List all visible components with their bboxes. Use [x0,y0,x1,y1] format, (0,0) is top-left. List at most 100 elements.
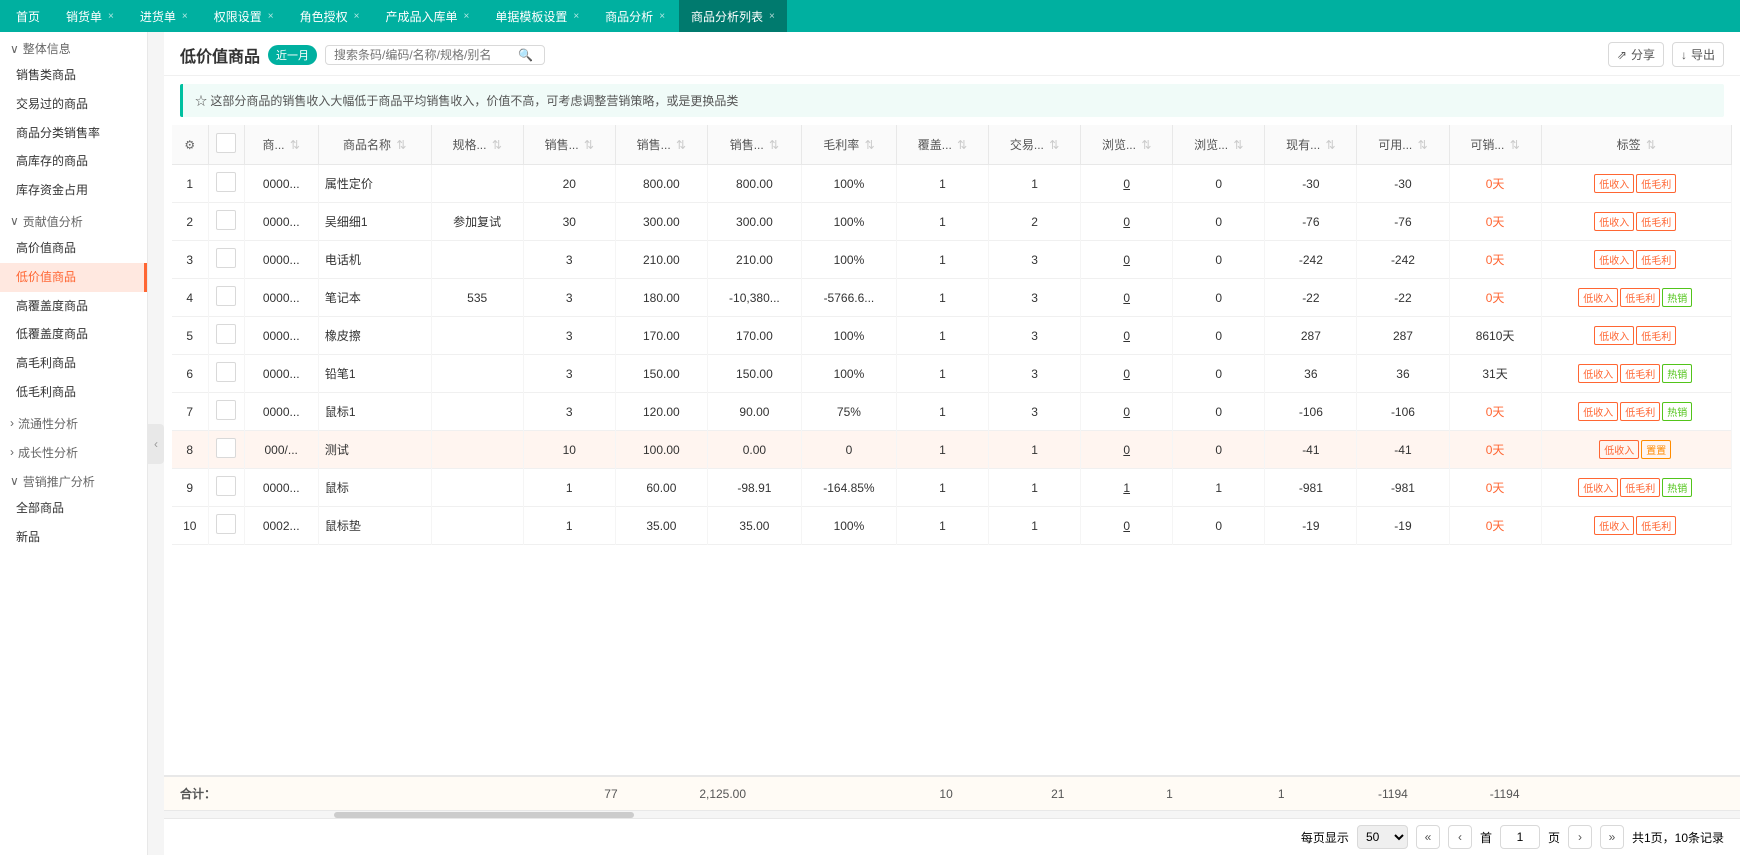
col-s2-header[interactable]: 销售... ⇅ [615,125,707,165]
sidebar-section-circulation[interactable]: › 流通性分析 [0,407,147,436]
select-all-checkbox[interactable] [216,133,236,153]
row-browse1[interactable]: 0 [1081,355,1173,393]
scrollbar-thumb[interactable] [334,812,634,818]
horizontal-scrollbar[interactable] [164,810,1740,818]
export-button[interactable]: ↓ 导出 [1672,42,1724,67]
col-spec-header[interactable]: 规格... ⇅ [431,125,523,165]
nav-tab-product-analysis[interactable]: 商品分析 × [593,0,677,32]
close-icon[interactable]: × [769,11,775,22]
col-trade-header[interactable]: 交易... ⇅ [989,125,1081,165]
close-icon[interactable]: × [108,11,114,22]
sidebar-collapse-button[interactable]: ‹ [148,424,164,464]
row-checkbox[interactable] [216,514,236,534]
col-settings[interactable]: ⚙ [172,125,208,165]
sidebar-item-low-margin[interactable]: 低毛利商品 [0,378,147,407]
sidebar-item-high-margin[interactable]: 高毛利商品 [0,349,147,378]
close-icon[interactable]: × [354,11,360,22]
sidebar-item-traded-products[interactable]: 交易过的商品 [0,90,147,119]
close-icon[interactable]: × [463,11,469,22]
first-page-button[interactable]: « [1416,825,1440,849]
sidebar-item-high-coverage[interactable]: 高覆盖度商品 [0,292,147,321]
row-browse1[interactable]: 0 [1081,203,1173,241]
sidebar-section-overall[interactable]: ∨ 整体信息 [0,32,147,61]
col-browse1-header[interactable]: 浏览... ⇅ [1081,125,1173,165]
col-browse2-header[interactable]: 浏览... ⇅ [1173,125,1265,165]
row-checkbox[interactable] [216,172,236,192]
close-icon[interactable]: × [659,11,665,22]
nav-tab-template-settings[interactable]: 单据模板设置 × [483,0,591,32]
sidebar-section-growth[interactable]: › 成长性分析 [0,436,147,465]
row-checkbox[interactable] [216,324,236,344]
row-browse1[interactable]: 0 [1081,507,1173,545]
row-browse1[interactable]: 0 [1081,431,1173,469]
close-icon[interactable]: × [182,11,188,22]
sidebar-item-low-coverage[interactable]: 低覆盖度商品 [0,320,147,349]
row-checkbox-cell[interactable] [208,469,244,507]
row-checkbox[interactable] [216,400,236,420]
row-checkbox-cell[interactable] [208,203,244,241]
row-checkbox[interactable] [216,210,236,230]
search-icon[interactable]: 🔍 [518,48,533,62]
close-icon[interactable]: × [268,11,274,22]
row-checkbox[interactable] [216,248,236,268]
search-box[interactable]: 🔍 [325,45,545,65]
sidebar-item-new-products[interactable]: 新品 [0,523,147,552]
row-checkbox-cell[interactable] [208,355,244,393]
row-checkbox-cell[interactable] [208,431,244,469]
col-code-header[interactable]: 商... ⇅ [244,125,318,165]
row-checkbox-cell[interactable] [208,393,244,431]
nav-tab-home[interactable]: 首页 [4,0,52,32]
tag-label: 低毛利 [1620,478,1660,497]
col-stock2-header[interactable]: 可用... ⇅ [1357,125,1449,165]
nav-tab-permissions[interactable]: 权限设置 × [202,0,286,32]
sidebar-item-sales-products[interactable]: 销售类商品 [0,61,147,90]
col-cover-header[interactable]: 覆盖... ⇅ [896,125,988,165]
share-button[interactable]: ⇗ 分享 [1608,42,1664,67]
per-page-select[interactable]: 50 100 [1357,825,1408,849]
row-checkbox-cell[interactable] [208,279,244,317]
nav-tab-product-entry[interactable]: 产成品入库单 × [373,0,481,32]
sidebar-item-low-value[interactable]: 低价值商品 [0,263,147,292]
row-browse1[interactable]: 0 [1081,165,1173,203]
sidebar-item-category-sales-rate[interactable]: 商品分类销售率 [0,119,147,148]
row-checkbox-cell[interactable] [208,317,244,355]
sidebar-item-all-products[interactable]: 全部商品 [0,494,147,523]
row-browse1[interactable]: 0 [1081,241,1173,279]
prev-page-button[interactable]: ‹ [1448,825,1472,849]
row-browse1[interactable]: 0 [1081,317,1173,355]
row-browse1[interactable]: 0 [1081,279,1173,317]
close-icon[interactable]: × [573,11,579,22]
col-s3-header[interactable]: 销售... ⇅ [707,125,801,165]
col-stock1-header[interactable]: 现有... ⇅ [1265,125,1357,165]
row-browse1[interactable]: 0 [1081,393,1173,431]
sidebar-section-marketing[interactable]: ∨ 营销推广分析 [0,465,147,494]
time-badge[interactable]: 近一月 [268,45,317,65]
col-s1-header[interactable]: 销售... ⇅ [523,125,615,165]
sidebar-item-inventory-funds[interactable]: 库存资金占用 [0,176,147,205]
row-browse1[interactable]: 1 [1081,469,1173,507]
row-checkbox[interactable] [216,362,236,382]
sidebar-section-contribution[interactable]: ∨ 贡献值分析 [0,205,147,234]
gear-icon[interactable]: ⚙ [180,135,200,155]
sidebar-item-high-inventory[interactable]: 高库存的商品 [0,147,147,176]
nav-tab-product-analysis-list[interactable]: 商品分析列表 × [679,0,787,32]
row-checkbox-cell[interactable] [208,507,244,545]
next-page-button[interactable]: › [1568,825,1592,849]
col-days-header[interactable]: 可销... ⇅ [1449,125,1541,165]
nav-tab-purchase[interactable]: 进货单 × [128,0,200,32]
row-checkbox[interactable] [216,438,236,458]
last-page-button[interactable]: » [1600,825,1624,849]
row-checkbox-cell[interactable] [208,165,244,203]
col-checkbox[interactable] [208,125,244,165]
nav-tab-role-auth[interactable]: 角色授权 × [288,0,372,32]
col-gross-header[interactable]: 毛利率 ⇅ [801,125,896,165]
search-input[interactable] [334,48,514,62]
row-checkbox-cell[interactable] [208,241,244,279]
row-checkbox[interactable] [216,476,236,496]
col-name-header[interactable]: 商品名称 ⇅ [318,125,431,165]
nav-tab-sales[interactable]: 销货单 × [54,0,126,32]
row-checkbox[interactable] [216,286,236,306]
col-tags-header[interactable]: 标签 ⇅ [1541,125,1731,165]
sidebar-item-high-value[interactable]: 高价值商品 [0,234,147,263]
page-number-input[interactable] [1500,825,1540,849]
